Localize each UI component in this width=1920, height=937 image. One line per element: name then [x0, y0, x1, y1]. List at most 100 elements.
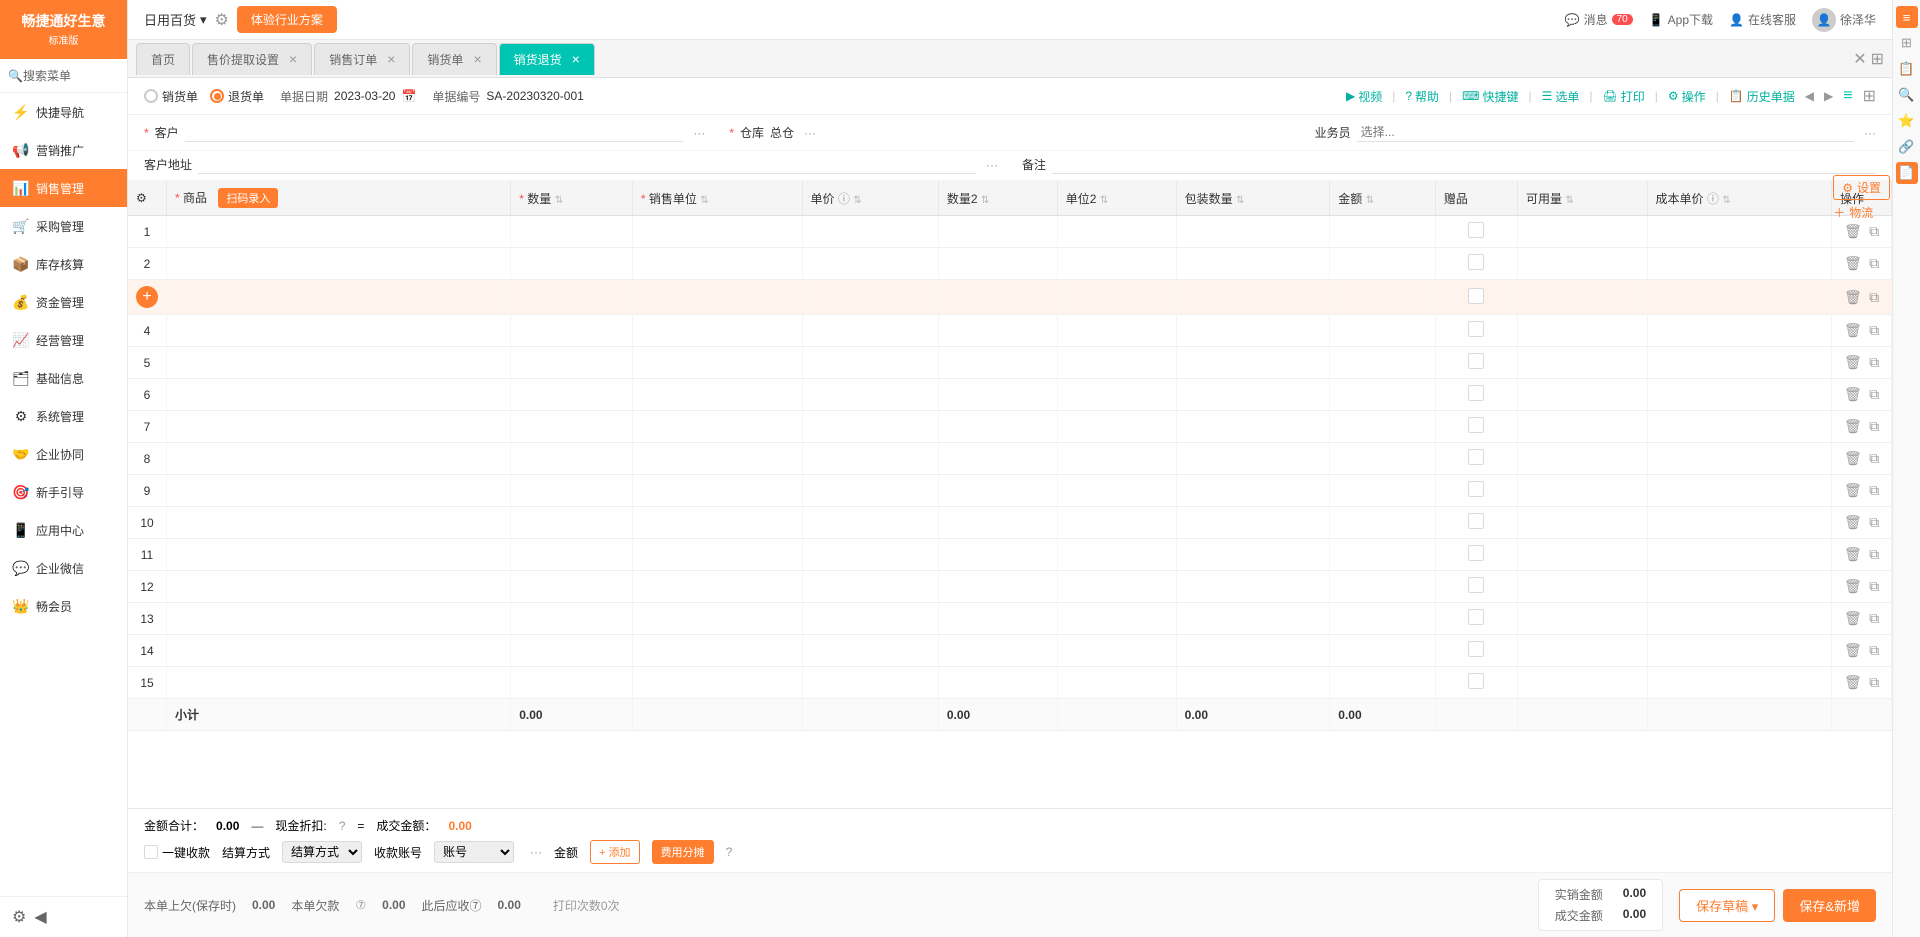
tab-sales-order[interactable]: 销售订单 ×	[314, 43, 410, 75]
add-row-btn[interactable]: +	[136, 286, 158, 308]
sidebar-item-inventory[interactable]: 📦 库存核算	[0, 245, 127, 283]
quantity2-cell-11[interactable]	[938, 539, 1057, 571]
tab-home[interactable]: 首页	[136, 43, 190, 75]
settings-bottom-icon[interactable]: ⚙	[12, 907, 26, 927]
product-cell-7[interactable]	[167, 411, 511, 443]
delete-icon-2[interactable]: 🗑	[1844, 255, 1862, 271]
help-btn[interactable]: ? 帮助	[1405, 88, 1439, 105]
cost-price-cell-4[interactable]	[1647, 315, 1831, 347]
pkg-qty-cell-9[interactable]	[1176, 475, 1330, 507]
list-view-icon[interactable]: ≡	[1843, 87, 1852, 105]
settings-gear-icon[interactable]: ⚙	[215, 10, 229, 30]
radio-sale[interactable]: 销货单	[144, 88, 198, 105]
amount-cell-3[interactable]	[1330, 280, 1436, 315]
cost-price-cell-14[interactable]	[1647, 635, 1831, 667]
cost-price-cell-1[interactable]	[1647, 216, 1831, 248]
sidebar-item-operations[interactable]: 📈 经营管理	[0, 321, 127, 359]
sales-unit-cell-5[interactable]	[632, 347, 802, 379]
quantity2-cell-9[interactable]	[938, 475, 1057, 507]
amount-cell-7[interactable]	[1330, 411, 1436, 443]
sales-unit-cell-6[interactable]	[632, 379, 802, 411]
industry-dropdown[interactable]: 日用百货 ▾	[144, 10, 207, 29]
amount-cell-15[interactable]	[1330, 667, 1436, 699]
amount-sort-icon[interactable]: ⇅	[1366, 195, 1374, 206]
gift-checkbox-11[interactable]	[1468, 545, 1484, 561]
tab-return-close-icon[interactable]: ×	[572, 51, 580, 67]
sidebar-item-wechat[interactable]: 💬 企业微信	[0, 549, 127, 587]
unit2-cell-11[interactable]	[1057, 539, 1176, 571]
product-cell-9[interactable]	[167, 475, 511, 507]
product-cell-4[interactable]	[167, 315, 511, 347]
gift-cell-3[interactable]	[1435, 280, 1517, 315]
unit2-cell-1[interactable]	[1057, 216, 1176, 248]
amount-cell-14[interactable]	[1330, 635, 1436, 667]
tab-menu-icon[interactable]: ⊞	[1871, 49, 1884, 69]
available-cell-14[interactable]	[1517, 635, 1647, 667]
address-input[interactable]	[198, 155, 976, 174]
quantity2-cell-3[interactable]	[938, 280, 1057, 315]
delete-icon-12[interactable]: 🗑	[1844, 578, 1862, 594]
gift-checkbox-1[interactable]	[1468, 222, 1484, 238]
copy-icon-7[interactable]: ⧉	[1869, 418, 1879, 434]
sales-unit-cell-9[interactable]	[632, 475, 802, 507]
gift-checkbox-2[interactable]	[1468, 254, 1484, 270]
cost-price-cell-10[interactable]	[1647, 507, 1831, 539]
account-select[interactable]: 账号	[434, 841, 514, 863]
amount-cell-2[interactable]	[1330, 248, 1436, 280]
save-draft-btn[interactable]: 保存草稿 ▾	[1679, 889, 1775, 922]
copy-icon-2[interactable]: ⧉	[1869, 255, 1879, 271]
message-item[interactable]: 💬 消息 70	[1565, 11, 1633, 28]
avail-sort-icon[interactable]: ⇅	[1565, 195, 1573, 206]
unit2-cell-6[interactable]	[1057, 379, 1176, 411]
available-cell-6[interactable]	[1517, 379, 1647, 411]
gift-checkbox-5[interactable]	[1468, 353, 1484, 369]
available-cell-5[interactable]	[1517, 347, 1647, 379]
video-btn[interactable]: ▶ 视频	[1346, 88, 1382, 105]
right-tool-list[interactable]: ≡	[1896, 6, 1918, 28]
delete-icon-7[interactable]: 🗑	[1844, 418, 1862, 434]
calc-method-select[interactable]: 结算方式	[282, 841, 362, 863]
amount-cell-6[interactable]	[1330, 379, 1436, 411]
unit-price-cell-14[interactable]	[802, 635, 938, 667]
unit2-cell-15[interactable]	[1057, 667, 1176, 699]
unit-price-cell-3[interactable]	[802, 280, 938, 315]
gift-checkbox-12[interactable]	[1468, 577, 1484, 593]
sales-rep-dots[interactable]: ···	[1864, 126, 1876, 140]
customer-input[interactable]	[185, 123, 684, 142]
th-gear[interactable]: ⚙	[128, 181, 167, 216]
cost-price-cell-11[interactable]	[1647, 539, 1831, 571]
amount-cell-10[interactable]	[1330, 507, 1436, 539]
prev-icon[interactable]: ◀	[1805, 89, 1814, 103]
unit2-cell-7[interactable]	[1057, 411, 1176, 443]
gift-checkbox-15[interactable]	[1468, 673, 1484, 689]
product-cell-11[interactable]	[167, 539, 511, 571]
quantity-cell-15[interactable]	[511, 667, 633, 699]
settings-form-btn[interactable]: ⚙ 设置	[1833, 175, 1890, 200]
sidebar-item-quicknav[interactable]: ⚡ 快捷导航	[0, 93, 127, 131]
sales-rep-input[interactable]	[1357, 123, 1854, 142]
amount-cell-1[interactable]	[1330, 216, 1436, 248]
product-cell-13[interactable]	[167, 603, 511, 635]
delete-icon-15[interactable]: 🗑	[1844, 674, 1862, 690]
cost-price-cell-12[interactable]	[1647, 571, 1831, 603]
shortcuts-btn[interactable]: ⌨ 快捷键	[1462, 88, 1518, 105]
add-payment-btn[interactable]: + 添加	[590, 840, 640, 864]
right-tool-clipboard[interactable]: 📋	[1896, 58, 1918, 80]
copy-icon-10[interactable]: ⧉	[1869, 514, 1879, 530]
sidebar-item-purchase[interactable]: 🛒 采购管理	[0, 207, 127, 245]
gift-checkbox-13[interactable]	[1468, 609, 1484, 625]
available-cell-4[interactable]	[1517, 315, 1647, 347]
fee-split-btn[interactable]: 费用分摊	[652, 840, 714, 864]
sidebar-item-guide[interactable]: 🎯 新手引导	[0, 473, 127, 511]
quantity-cell-14[interactable]	[511, 635, 633, 667]
delete-icon-8[interactable]: 🗑	[1844, 450, 1862, 466]
print-btn[interactable]: 🖨 打印	[1603, 88, 1645, 105]
quantity2-cell-1[interactable]	[938, 216, 1057, 248]
delete-icon-10[interactable]: 🗑	[1844, 514, 1862, 530]
pkg-qty-cell-8[interactable]	[1176, 443, 1330, 475]
sidebar-item-system[interactable]: ⚙ 系统管理	[0, 397, 127, 435]
quantity2-cell-14[interactable]	[938, 635, 1057, 667]
gift-cell-11[interactable]	[1435, 539, 1517, 571]
gift-cell-5[interactable]	[1435, 347, 1517, 379]
copy-icon-3[interactable]: ⧉	[1869, 289, 1879, 305]
